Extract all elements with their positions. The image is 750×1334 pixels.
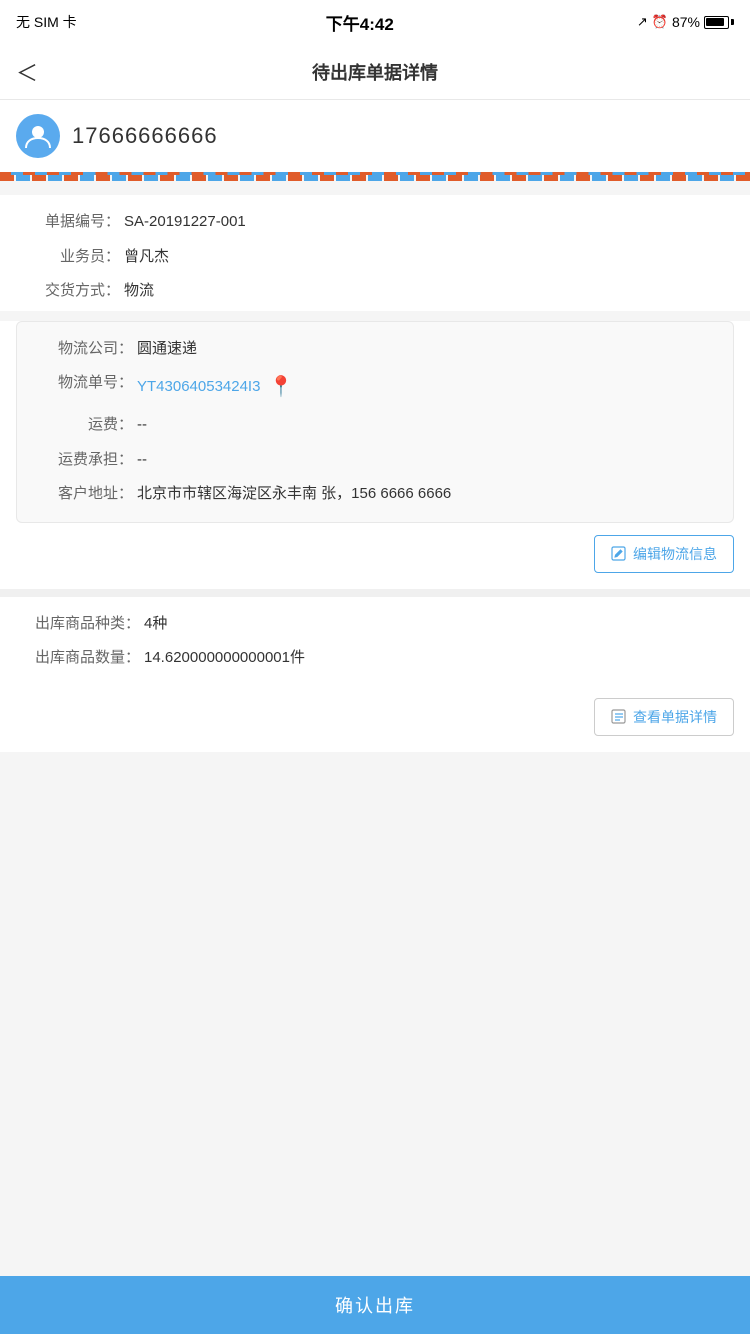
delivery-label: 交货方式： — [24, 280, 124, 303]
view-details-label: 查看单据详情 — [633, 707, 717, 727]
edit-btn-row: 编辑物流信息 — [0, 523, 750, 589]
order-number-value: SA-20191227-001 — [124, 211, 726, 234]
freight-bearer-label: 运费承担： — [37, 449, 137, 472]
salesman-value: 曾凡杰 — [124, 246, 726, 269]
goods-quantity-row: 出库商品数量： 14.620000000000001件 — [24, 647, 726, 670]
logistics-card: 物流公司： 圆通速递 物流单号： YT43064053424I3 📍 运费： -… — [16, 321, 734, 523]
address-label: 客户地址： — [37, 483, 137, 506]
location-pin-icon[interactable]: 📍 — [268, 372, 293, 402]
goods-types-label: 出库商品种类： — [24, 613, 144, 636]
goods-section: 出库商品种类： 4种 出库商品数量： 14.620000000000001件 — [0, 597, 750, 686]
address-row: 客户地址： 北京市市辖区海淀区永丰南 张，156 6666 6666 — [37, 483, 713, 506]
logistics-company-label: 物流公司： — [37, 338, 137, 361]
logistics-company-row: 物流公司： 圆通速递 — [37, 338, 713, 361]
battery-text: 87% — [672, 14, 700, 30]
goods-types-row: 出库商品种类： 4种 — [24, 613, 726, 636]
basic-info-section: 单据编号： SA-20191227-001 业务员： 曾凡杰 交货方式： 物流 — [0, 195, 750, 311]
gray-separator — [0, 589, 750, 597]
address-value: 北京市市辖区海淀区永丰南 张，156 6666 6666 — [137, 483, 713, 506]
salesman-label: 业务员： — [24, 246, 124, 269]
view-details-button[interactable]: 查看单据详情 — [594, 698, 734, 736]
freight-label: 运费： — [37, 414, 137, 437]
nav-bar: ＜ 待出库单据详情 — [0, 44, 750, 100]
status-time: 下午4:42 — [326, 10, 394, 35]
delivery-value: 物流 — [124, 280, 726, 303]
back-button[interactable]: ＜ — [8, 48, 46, 96]
edit-logistics-label: 编辑物流信息 — [633, 544, 717, 564]
order-number-row: 单据编号： SA-20191227-001 — [24, 211, 726, 234]
location-icon: ↗ — [637, 14, 648, 30]
battery-icon — [704, 16, 734, 29]
tracking-label: 物流单号： — [37, 372, 137, 395]
edit-logistics-button[interactable]: 编辑物流信息 — [594, 535, 734, 573]
dashed-divider — [0, 175, 750, 181]
logistics-company-value: 圆通速递 — [137, 338, 713, 361]
freight-bearer-value: -- — [137, 449, 713, 472]
delivery-row: 交货方式： 物流 — [24, 280, 726, 303]
status-bar: 无 SIM 卡 下午4:42 ↗ ⏰ 87% — [0, 0, 750, 44]
customer-header: 17666666666 — [0, 100, 750, 175]
alarm-icon: ⏰ — [652, 14, 668, 30]
status-left: 无 SIM 卡 — [16, 12, 83, 32]
logistics-wrapper: 物流公司： 圆通速递 物流单号： YT43064053424I3 📍 运费： -… — [0, 321, 750, 523]
list-icon — [611, 709, 627, 725]
salesman-row: 业务员： 曾凡杰 — [24, 246, 726, 269]
status-right: ↗ ⏰ 87% — [637, 14, 734, 30]
confirm-btn-text: 确认出库 — [335, 1292, 415, 1318]
tracking-value: YT43064053424I3 📍 — [137, 372, 713, 402]
freight-row: 运费： -- — [37, 414, 713, 437]
customer-avatar — [16, 114, 60, 158]
tracking-number-row: 物流单号： YT43064053424I3 📍 — [37, 372, 713, 402]
goods-quantity-value: 14.620000000000001件 — [144, 647, 726, 670]
nav-title: 待出库单据详情 — [312, 59, 438, 85]
customer-phone: 17666666666 — [72, 123, 218, 149]
goods-types-value: 4种 — [144, 613, 726, 636]
edit-icon — [611, 546, 627, 562]
empty-area — [0, 752, 750, 952]
confirm-button[interactable]: 确认出库 — [0, 1276, 750, 1334]
order-number-label: 单据编号： — [24, 211, 124, 234]
view-details-row: 查看单据详情 — [0, 686, 750, 752]
freight-value: -- — [137, 414, 713, 437]
freight-bearer-row: 运费承担： -- — [37, 449, 713, 472]
goods-quantity-label: 出库商品数量： — [24, 647, 144, 670]
carrier-text: 无 SIM 卡 — [16, 12, 77, 32]
